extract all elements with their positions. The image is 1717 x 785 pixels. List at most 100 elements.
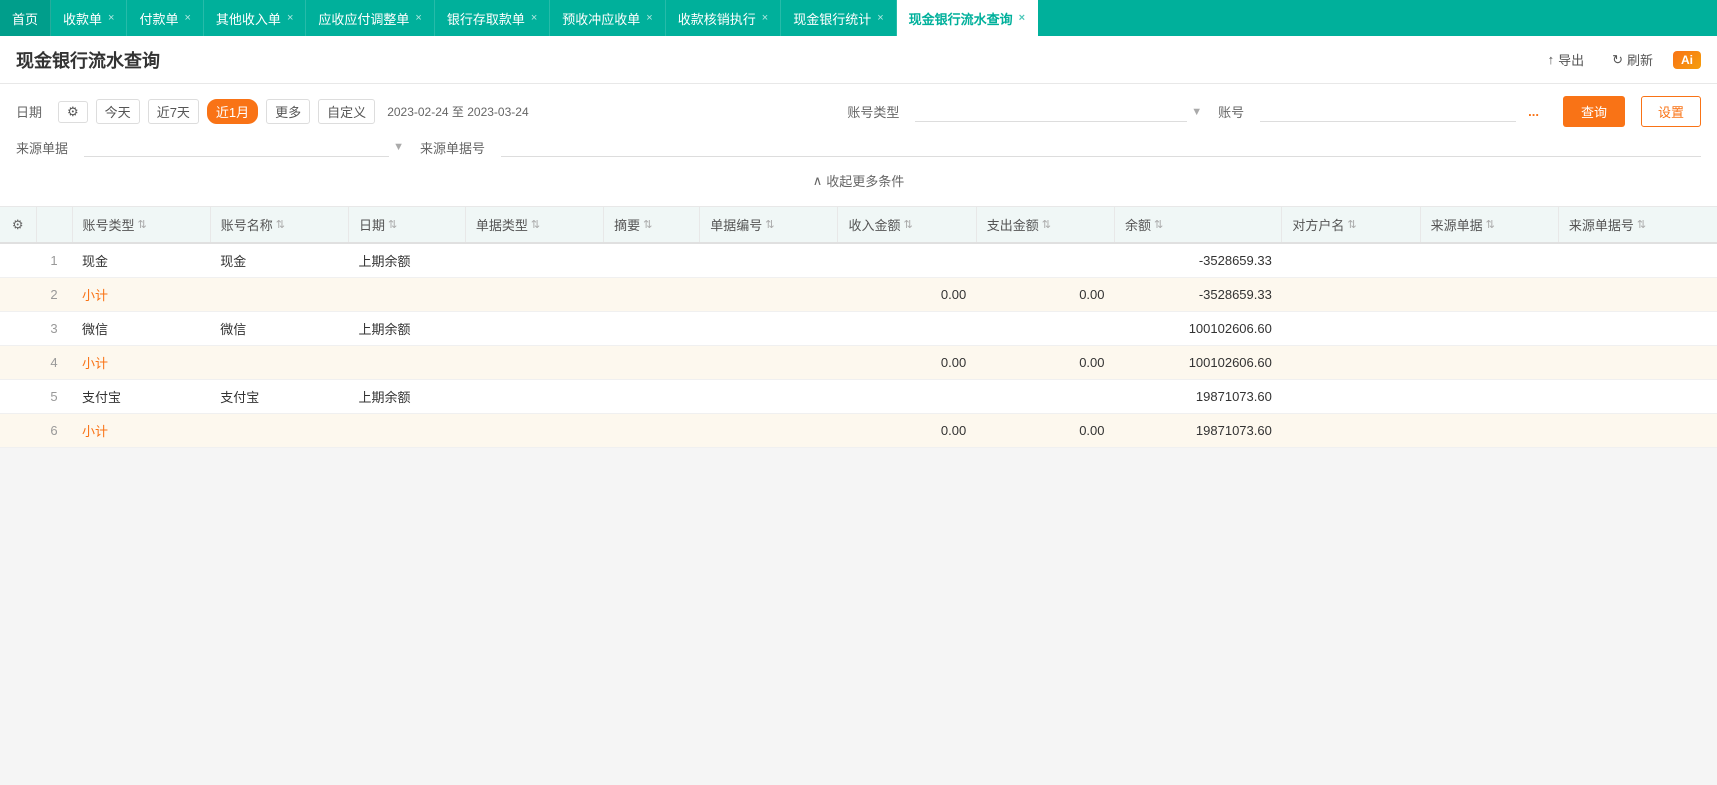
cell-expense: [976, 312, 1114, 346]
table-row[interactable]: 3微信微信上期余额100102606.60: [0, 312, 1717, 346]
query-button[interactable]: 查询: [1563, 96, 1625, 127]
account-type-label: 账号类型: [847, 102, 899, 121]
nav-item-payment[interactable]: 付款单×: [127, 0, 203, 36]
filter-area: 日期 ⚙ 今天 近7天 近1月 更多 自定义 2023-02-24 至 2023…: [0, 84, 1717, 207]
col-account-name: 账号名称⇅: [210, 207, 348, 243]
cell-source_doc_num: [1558, 243, 1717, 278]
cell-balance: -3528659.33: [1115, 278, 1282, 312]
cell-balance: -3528659.33: [1115, 243, 1282, 278]
nav-item-cash-bank-flow[interactable]: 现金银行流水查询×: [897, 0, 1038, 36]
nav-close-receipt-verify[interactable]: ×: [762, 12, 768, 24]
nav-item-receipt-verify[interactable]: 收款核销执行×: [666, 0, 781, 36]
sort-income[interactable]: ⇅: [903, 218, 912, 231]
cell-doc_type: [465, 414, 603, 448]
cell-index: 2: [36, 278, 72, 312]
table-row[interactable]: 2小计0.000.00-3528659.33: [0, 278, 1717, 312]
settings-button[interactable]: 设置: [1641, 96, 1701, 127]
table-row[interactable]: 1现金现金上期余额-3528659.33: [0, 243, 1717, 278]
col-source-doc-num: 来源单据号⇅: [1558, 207, 1717, 243]
collapse-bar[interactable]: ∧ 收起更多条件: [16, 167, 1701, 194]
sort-doc-type[interactable]: ⇅: [531, 218, 540, 231]
col-settings[interactable]: ⚙: [0, 207, 36, 243]
cell-balance: 100102606.60: [1115, 312, 1282, 346]
nav-item-other-income[interactable]: 其他收入单×: [204, 0, 306, 36]
cell-date: [349, 278, 466, 312]
account-type-chevron: ▼: [1191, 106, 1202, 118]
date-7days[interactable]: 近7天: [148, 99, 199, 124]
cell-summary: [604, 380, 700, 414]
cell-account_name: 微信: [210, 312, 348, 346]
nav-close-ar-ap-adjust[interactable]: ×: [415, 12, 421, 24]
nav-close-receipt[interactable]: ×: [108, 12, 114, 24]
col-source-doc: 来源单据⇅: [1420, 207, 1558, 243]
sort-date[interactable]: ⇅: [388, 218, 397, 231]
nav-item-cash-bank-stat[interactable]: 现金银行统计×: [781, 0, 896, 36]
nav-item-bank-deposit[interactable]: 银行存取款单×: [435, 0, 550, 36]
nav-item-ar-ap-adjust[interactable]: 应收应付调整单×: [306, 0, 434, 36]
source-doc-select-wrap: ▼: [84, 137, 404, 157]
cell-account_type: 现金: [72, 243, 210, 278]
sort-doc-num[interactable]: ⇅: [765, 218, 774, 231]
cell-index: 4: [36, 346, 72, 380]
table-row[interactable]: 6小计0.000.0019871073.60: [0, 414, 1717, 448]
date-yesterday[interactable]: ⚙: [58, 101, 88, 123]
account-dots[interactable]: ...: [1528, 104, 1539, 119]
nav-item-pre-collection[interactable]: 预收冲应收单×: [550, 0, 665, 36]
cell-summary: [604, 312, 700, 346]
nav-item-home[interactable]: 首页: [0, 0, 51, 36]
sort-account-type[interactable]: ⇅: [138, 218, 147, 231]
sort-counterpart[interactable]: ⇅: [1347, 218, 1356, 231]
table-row[interactable]: 4小计0.000.00100102606.60: [0, 346, 1717, 380]
sort-source-doc[interactable]: ⇅: [1486, 218, 1495, 231]
account-type-input[interactable]: [915, 102, 1187, 122]
nav-close-pre-collection[interactable]: ×: [646, 12, 652, 24]
header-row: ⚙ 账号类型⇅ 账号名称⇅ 日期⇅ 单据类型⇅ 摘要⇅ 单据编号⇅ 收入金额⇅ …: [0, 207, 1717, 243]
cell-account_name: [210, 346, 348, 380]
cell-summary: [604, 278, 700, 312]
cell-balance: 19871073.60: [1115, 380, 1282, 414]
cell-source_doc_num: [1558, 278, 1717, 312]
sort-balance[interactable]: ⇅: [1154, 218, 1163, 231]
cell-index: 3: [36, 312, 72, 346]
date-today[interactable]: 今天: [96, 99, 140, 124]
cell-income: 0.00: [838, 346, 976, 380]
sort-account-name[interactable]: ⇅: [276, 218, 285, 231]
nav-close-cash-bank-stat[interactable]: ×: [877, 12, 883, 24]
refresh-button[interactable]: ↻ 刷新: [1604, 46, 1661, 73]
table-row[interactable]: 5支付宝支付宝上期余额19871073.60: [0, 380, 1717, 414]
cell-account_type: 小计: [72, 346, 210, 380]
header-actions: ↑ 导出 ↻ 刷新 Ai: [1540, 46, 1701, 73]
nav-close-bank-deposit[interactable]: ×: [531, 12, 537, 24]
cell-expense: 0.00: [976, 346, 1114, 380]
source-doc-num-input[interactable]: [501, 137, 1701, 157]
ai-button[interactable]: Ai: [1673, 51, 1701, 69]
cell-settings: [0, 380, 36, 414]
date-more[interactable]: 更多: [266, 99, 310, 124]
table-body: 1现金现金上期余额-3528659.332小计0.000.00-3528659.…: [0, 243, 1717, 448]
sort-expense[interactable]: ⇅: [1042, 218, 1051, 231]
date-1month[interactable]: 近1月: [207, 99, 258, 124]
cell-index: 6: [36, 414, 72, 448]
sort-source-doc-num[interactable]: ⇅: [1637, 218, 1646, 231]
cell-source_doc: [1420, 278, 1558, 312]
cell-counterpart: [1282, 380, 1420, 414]
nav-close-cash-bank-flow[interactable]: ×: [1019, 12, 1025, 24]
cell-settings: [0, 414, 36, 448]
cell-account_name: 现金: [210, 243, 348, 278]
source-doc-input[interactable]: [84, 137, 389, 157]
cell-date: [349, 414, 466, 448]
cell-doc_type: [465, 243, 603, 278]
cell-source_doc: [1420, 380, 1558, 414]
account-input[interactable]: [1260, 102, 1516, 122]
nav-close-payment[interactable]: ×: [184, 12, 190, 24]
export-button[interactable]: ↑ 导出: [1540, 46, 1593, 73]
sort-summary[interactable]: ⇅: [643, 218, 652, 231]
cell-doc_num: [700, 243, 838, 278]
cell-income: [838, 380, 976, 414]
cell-counterpart: [1282, 346, 1420, 380]
date-custom[interactable]: 自定义: [318, 99, 375, 124]
nav-item-receipt[interactable]: 收款单×: [51, 0, 127, 36]
nav-close-other-income[interactable]: ×: [287, 12, 293, 24]
cell-doc_type: [465, 278, 603, 312]
page-header: 现金银行流水查询 ↑ 导出 ↻ 刷新 Ai: [0, 36, 1717, 84]
